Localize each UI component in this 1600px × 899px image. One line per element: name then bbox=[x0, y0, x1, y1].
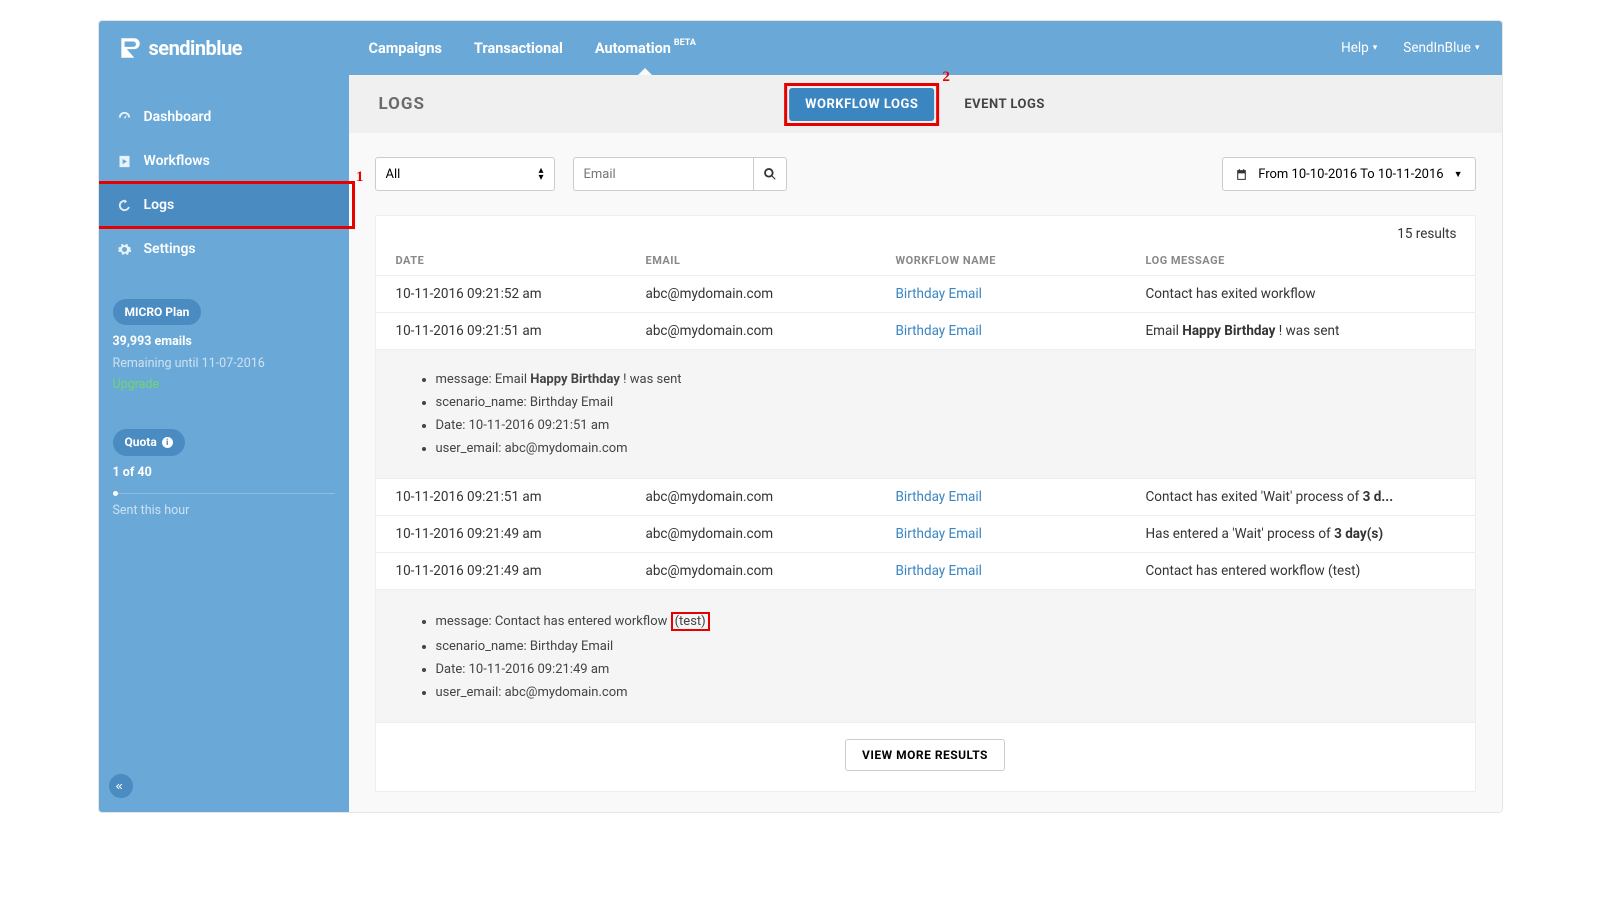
sidebar: Dashboard Workflows Logs 1 Settings bbox=[99, 75, 349, 812]
search-button[interactable] bbox=[753, 157, 787, 191]
subheader: LOGS WORKFLOW LOGS 2 EVENT LOGS bbox=[349, 75, 1502, 133]
nav-transactional[interactable]: Transactional bbox=[474, 21, 563, 75]
topnav: Campaigns Transactional Automation BETA bbox=[369, 21, 696, 75]
chevron-down-icon: ▾ bbox=[1475, 43, 1480, 53]
results-count: 15 results bbox=[376, 216, 1475, 246]
tab-workflow-logs[interactable]: WORKFLOW LOGS 2 bbox=[789, 88, 934, 121]
quota-sent-label: Sent this hour bbox=[113, 500, 335, 521]
calendar-icon bbox=[1235, 168, 1248, 181]
plan-remaining: Remaining until 11-07-2016 bbox=[113, 353, 335, 374]
nav-campaigns[interactable]: Campaigns bbox=[369, 21, 442, 75]
detail-line: message: Contact has entered workflow (t… bbox=[436, 608, 1435, 635]
beta-badge: BETA bbox=[674, 38, 696, 48]
workflow-link[interactable]: Birthday Email bbox=[896, 526, 982, 542]
date-range-picker[interactable]: From 10-10-2016 To 10-11-2016 ▼ bbox=[1222, 157, 1475, 191]
collapse-sidebar-button[interactable] bbox=[109, 774, 133, 798]
sidebar-item-settings[interactable]: Settings bbox=[99, 227, 349, 271]
page-title: LOGS bbox=[379, 94, 425, 114]
brand-text: sendinblue bbox=[149, 36, 243, 60]
sidebar-item-workflows[interactable]: Workflows bbox=[99, 139, 349, 183]
play-icon bbox=[117, 154, 132, 169]
plan-box: MICRO Plan 39,993 emails Remaining until… bbox=[113, 299, 335, 395]
plan-badge: MICRO Plan bbox=[113, 299, 202, 325]
search-icon bbox=[763, 167, 777, 181]
sidebar-item-label: Workflows bbox=[144, 153, 210, 169]
sidebar-item-label: Logs bbox=[144, 197, 175, 213]
subtabs: WORKFLOW LOGS 2 EVENT LOGS bbox=[789, 88, 1061, 121]
workflow-link[interactable]: Birthday Email bbox=[896, 323, 982, 339]
plan-emails: 39,993 emails bbox=[113, 331, 335, 352]
help-menu[interactable]: Help▾ bbox=[1341, 40, 1377, 56]
detail-line: user_email: abc@mydomain.com bbox=[436, 437, 1435, 460]
detail-line: message: Email Happy Birthday ! was sent bbox=[436, 368, 1435, 391]
tab-event-logs[interactable]: EVENT LOGS bbox=[948, 88, 1061, 121]
account-menu[interactable]: SendInBlue▾ bbox=[1403, 40, 1479, 56]
brand-logo[interactable]: sendinblue bbox=[117, 35, 349, 61]
annotation-number-1: 1 bbox=[356, 169, 364, 186]
chevron-down-icon: ▾ bbox=[1373, 43, 1378, 53]
history-icon bbox=[117, 198, 132, 213]
table-row[interactable]: 10-11-2016 09:21:49 am abc@mydomain.com … bbox=[376, 516, 1475, 553]
app-window: sendinblue Campaigns Transactional Autom… bbox=[98, 20, 1503, 813]
quota-count: 1 of 40 bbox=[113, 462, 335, 483]
sidebar-item-label: Dashboard bbox=[144, 109, 212, 125]
detail-line: user_email: abc@mydomain.com bbox=[436, 681, 1435, 704]
table-row[interactable]: 10-11-2016 09:21:51 am abc@mydomain.com … bbox=[376, 313, 1475, 350]
sidebar-item-logs[interactable]: Logs 1 bbox=[99, 183, 349, 227]
log-table: DATE EMAIL WORKFLOW NAME LOG MESSAGE 10-… bbox=[376, 246, 1475, 723]
select-chevron-icon: ▴▾ bbox=[538, 167, 543, 181]
annotation-number-2: 2 bbox=[942, 69, 950, 86]
upgrade-link[interactable]: Upgrade bbox=[113, 374, 335, 395]
email-search-group bbox=[573, 157, 787, 191]
body: Dashboard Workflows Logs 1 Settings bbox=[99, 75, 1502, 812]
sidebar-item-label: Settings bbox=[144, 241, 196, 257]
row-detail: message: Email Happy Birthday ! was sent… bbox=[376, 350, 1475, 479]
chevron-down-icon: ▼ bbox=[1454, 169, 1463, 180]
row-detail: message: Contact has entered workflow (t… bbox=[376, 590, 1475, 723]
topbar: sendinblue Campaigns Transactional Autom… bbox=[99, 21, 1502, 75]
gear-icon bbox=[117, 242, 132, 257]
table-row[interactable]: 10-11-2016 09:21:49 am abc@mydomain.com … bbox=[376, 553, 1475, 590]
quota-progress bbox=[113, 493, 335, 494]
view-more-button[interactable]: VIEW MORE RESULTS bbox=[845, 739, 1005, 771]
col-header-date: DATE bbox=[396, 254, 646, 267]
view-more-wrap: VIEW MORE RESULTS bbox=[376, 723, 1475, 791]
filter-bar: All ▴▾ From 10-10-2016 To 10-11-2016 ▼ bbox=[349, 133, 1502, 191]
dashboard-icon bbox=[117, 110, 132, 125]
sidebar-item-dashboard[interactable]: Dashboard bbox=[99, 95, 349, 139]
nav-automation[interactable]: Automation BETA bbox=[595, 21, 696, 75]
col-header-message: LOG MESSAGE bbox=[1146, 254, 1455, 267]
detail-line: scenario_name: Birthday Email bbox=[436, 391, 1435, 414]
table-row[interactable]: 10-11-2016 09:21:51 am abc@mydomain.com … bbox=[376, 479, 1475, 516]
toptools: Help▾ SendInBlue▾ bbox=[1341, 40, 1501, 56]
table-row[interactable]: 10-11-2016 09:21:52 am abc@mydomain.com … bbox=[376, 276, 1475, 313]
email-input[interactable] bbox=[573, 157, 753, 191]
col-header-workflow: WORKFLOW NAME bbox=[896, 254, 1146, 267]
chevron-left-icon bbox=[115, 781, 126, 792]
detail-line: Date: 10-11-2016 09:21:49 am bbox=[436, 658, 1435, 681]
workflow-link[interactable]: Birthday Email bbox=[896, 489, 982, 505]
sidebar-items: Dashboard Workflows Logs 1 Settings bbox=[99, 75, 349, 271]
sendinblue-icon bbox=[117, 35, 143, 61]
detail-line: scenario_name: Birthday Email bbox=[436, 635, 1435, 658]
detail-line: Date: 10-11-2016 09:21:51 am bbox=[436, 414, 1435, 437]
nav-automation-label: Automation bbox=[595, 40, 671, 57]
quota-badge: Quota i bbox=[113, 429, 185, 455]
filter-select[interactable]: All ▴▾ bbox=[375, 157, 555, 191]
table-header: DATE EMAIL WORKFLOW NAME LOG MESSAGE bbox=[376, 246, 1475, 276]
results-panel: 15 results DATE EMAIL WORKFLOW NAME LOG … bbox=[375, 215, 1476, 792]
quota-box: Quota i 1 of 40 Sent this hour bbox=[113, 429, 335, 521]
main: LOGS WORKFLOW LOGS 2 EVENT LOGS All ▴▾ bbox=[349, 75, 1502, 812]
col-header-email: EMAIL bbox=[646, 254, 896, 267]
annotation-highlight-1 bbox=[98, 181, 355, 229]
info-icon: i bbox=[162, 437, 173, 448]
annotation-highlight-test: (test) bbox=[671, 612, 710, 631]
workflow-link[interactable]: Birthday Email bbox=[896, 286, 982, 302]
annotation-highlight-2 bbox=[784, 83, 939, 126]
workflow-link[interactable]: Birthday Email bbox=[896, 563, 982, 579]
